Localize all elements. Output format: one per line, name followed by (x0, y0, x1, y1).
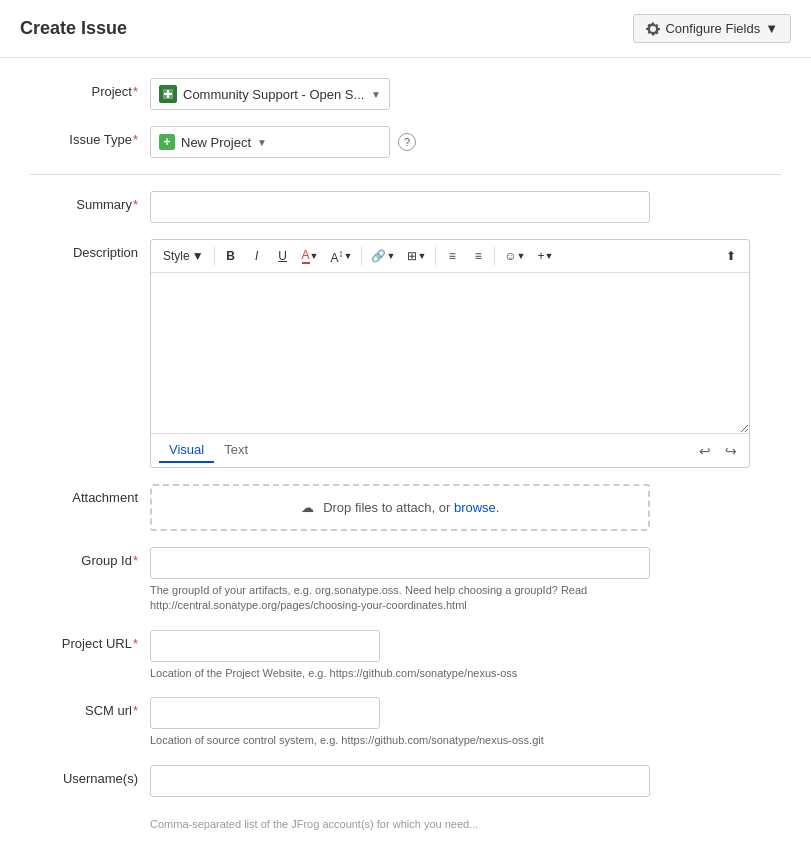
description-editor: Style ▼ B I U (150, 239, 750, 468)
project-control: Community Support - Open S... ▼ (150, 78, 781, 110)
project-label: Project (30, 78, 150, 99)
issue-type-dropdown[interactable]: + New Project ▼ (150, 126, 390, 158)
issue-type-help-icon[interactable]: ? (398, 133, 416, 151)
toolbar-divider-1 (214, 247, 215, 265)
project-url-control: Location of the Project Website, e.g. ht… (150, 630, 781, 681)
truncated-label-spacer (30, 813, 150, 819)
project-url-hint: Location of the Project Website, e.g. ht… (150, 666, 650, 681)
group-id-hint: The groupId of your artifacts, e.g. org.… (150, 583, 650, 614)
gear-icon (646, 22, 660, 36)
editor-tabs: Visual Text (159, 438, 258, 463)
project-url-input[interactable] (150, 630, 380, 662)
usernames-control (150, 765, 781, 797)
toolbar-table-button[interactable]: ⊞▼ (402, 244, 431, 268)
configure-fields-dropdown-arrow: ▼ (765, 21, 778, 36)
group-id-input[interactable] (150, 547, 650, 579)
issue-type-controls: + New Project ▼ ? (150, 126, 781, 158)
toolbar-text-color-button[interactable]: A ▼ (297, 244, 324, 268)
issue-type-row: Issue Type + New Project ▼ ? (30, 126, 781, 158)
tab-visual[interactable]: Visual (159, 438, 214, 463)
usernames-row: Username(s) (30, 765, 781, 797)
toolbar-emoji-button[interactable]: ☺▼ (499, 244, 530, 268)
issue-type-icon: + (159, 134, 175, 150)
toolbar-numbered-button[interactable]: ≡ (466, 244, 490, 268)
scm-url-control: Location of source control system, e.g. … (150, 697, 781, 748)
upload-icon: ☁ (301, 500, 314, 515)
usernames-label: Username(s) (30, 765, 150, 786)
editor-redo-button[interactable]: ↪ (721, 441, 741, 461)
attachment-label: Attachment (30, 484, 150, 505)
issue-type-control: + New Project ▼ ? (150, 126, 781, 158)
truncated-hint: Comma-separated list of the JFrog accoun… (150, 813, 781, 832)
project-svg-icon (162, 88, 174, 100)
editor-undo-button[interactable]: ↩ (695, 441, 715, 461)
issue-type-label: Issue Type (30, 126, 150, 147)
scm-url-hint: Location of source control system, e.g. … (150, 733, 650, 748)
scm-url-input[interactable] (150, 697, 380, 729)
style-dropdown-arrow: ▼ (192, 249, 204, 263)
issue-type-value: New Project (181, 135, 251, 150)
summary-label: Summary (30, 191, 150, 212)
issue-type-dropdown-arrow: ▼ (257, 137, 267, 148)
toolbar-bold-button[interactable]: B (219, 244, 243, 268)
group-id-row: Group Id The groupId of your artifacts, … (30, 547, 781, 614)
project-icon (159, 85, 177, 103)
configure-fields-label: Configure Fields (665, 21, 760, 36)
toolbar-collapse-button[interactable]: ⬆ (719, 244, 743, 268)
dialog-title: Create Issue (20, 18, 127, 39)
toolbar-underline-button[interactable]: U (271, 244, 295, 268)
scm-url-label: SCM url (30, 697, 150, 718)
project-row: Project Community Support - Open S... ▼ (30, 78, 781, 110)
style-label: Style (163, 249, 190, 263)
project-url-label: Project URL (30, 630, 150, 651)
dialog-header: Create Issue Configure Fields ▼ (0, 0, 811, 58)
configure-fields-button[interactable]: Configure Fields ▼ (633, 14, 791, 43)
project-value: Community Support - Open S... (183, 87, 365, 102)
project-url-row: Project URL Location of the Project Webs… (30, 630, 781, 681)
group-id-label: Group Id (30, 547, 150, 568)
toolbar-font-size-button[interactable]: A↕ ▼ (326, 244, 358, 268)
form-divider (30, 174, 781, 175)
attachment-dropzone[interactable]: ☁ Drop files to attach, or browse. (150, 484, 650, 531)
summary-control (150, 191, 781, 223)
toolbar-divider-2 (361, 247, 362, 265)
toolbar-bullet-button[interactable]: ≡ (440, 244, 464, 268)
attachment-drop-text: Drop files to attach, or (323, 500, 450, 515)
truncated-hint-text: Comma-separated list of the JFrog accoun… (150, 817, 650, 832)
description-control: Style ▼ B I U (150, 239, 781, 468)
attachment-control: ☁ Drop files to attach, or browse. (150, 484, 781, 531)
description-label: Description (30, 239, 150, 260)
toolbar-link-button[interactable]: 🔗▼ (366, 244, 400, 268)
toolbar-more-button[interactable]: +▼ (532, 244, 558, 268)
tab-text[interactable]: Text (214, 438, 258, 463)
toolbar-italic-button[interactable]: I (245, 244, 269, 268)
create-issue-dialog: Create Issue Configure Fields ▼ Project (0, 0, 811, 861)
scm-url-row: SCM url Location of source control syste… (30, 697, 781, 748)
toolbar-divider-4 (494, 247, 495, 265)
attachment-row: Attachment ☁ Drop files to attach, or br… (30, 484, 781, 531)
editor-toolbar: Style ▼ B I U (151, 240, 749, 273)
attachment-browse-link[interactable]: browse. (454, 500, 500, 515)
description-editor-body[interactable] (151, 273, 749, 433)
usernames-input[interactable] (150, 765, 650, 797)
editor-footer: Visual Text ↩ ↪ (151, 433, 749, 467)
toolbar-style-button[interactable]: Style ▼ (157, 246, 210, 266)
description-row: Description Style ▼ B I (30, 239, 781, 468)
truncated-hint-row: Comma-separated list of the JFrog accoun… (30, 813, 781, 832)
project-dropdown[interactable]: Community Support - Open S... ▼ (150, 78, 390, 110)
group-id-control: The groupId of your artifacts, e.g. org.… (150, 547, 781, 614)
dialog-content: Project Community Support - Open S... ▼ … (0, 58, 811, 861)
editor-actions: ↩ ↪ (695, 441, 741, 461)
summary-row: Summary (30, 191, 781, 223)
summary-input[interactable] (150, 191, 650, 223)
project-dropdown-arrow: ▼ (371, 89, 381, 100)
toolbar-divider-3 (435, 247, 436, 265)
